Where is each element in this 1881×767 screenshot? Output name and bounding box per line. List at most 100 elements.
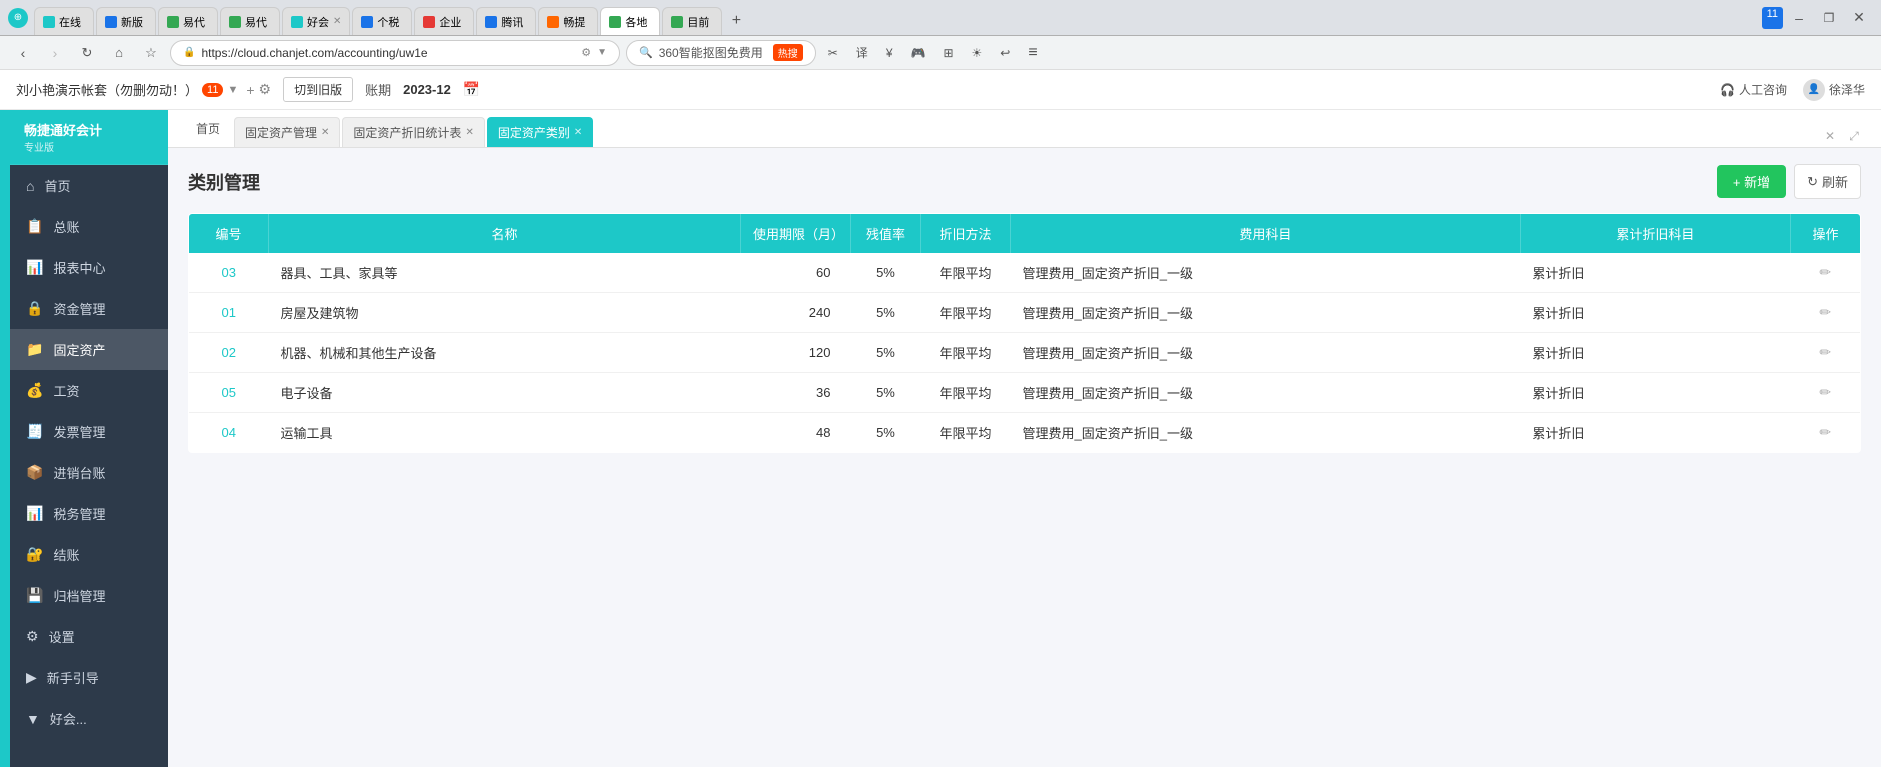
fixed-mgmt-tab-close[interactable]: ✕ bbox=[321, 127, 329, 138]
refresh-icon: ↻ bbox=[1807, 174, 1818, 190]
sidebar-funds-label: 资金管理 bbox=[53, 299, 105, 318]
cell-residual: 5% bbox=[850, 333, 920, 373]
refresh-btn[interactable]: ↻ 刷新 bbox=[1794, 164, 1861, 199]
sidebar-item-home[interactable]: ⌂ 首页 bbox=[10, 165, 168, 206]
tab-yidai1[interactable]: 易代 bbox=[158, 7, 218, 35]
tab-changtei[interactable]: 畅提 bbox=[538, 7, 598, 35]
cell-residual: 5% bbox=[850, 413, 920, 453]
sidebar-item-reports[interactable]: 📊 报表中心 bbox=[10, 247, 168, 288]
tab-gedi[interactable]: 各地 bbox=[600, 7, 660, 35]
sidebar-settings-label: 设置 bbox=[49, 627, 75, 646]
edit-btn[interactable]: ✏ bbox=[1819, 384, 1831, 400]
dropdown-icon[interactable]: ▼ bbox=[227, 84, 238, 96]
fixed-cat-tab-label: 固定资产类别 bbox=[498, 124, 570, 141]
cell-method: 年限平均 bbox=[920, 413, 1010, 453]
grid-icon[interactable]: ⊞ bbox=[937, 44, 959, 62]
hot-search-badge: 热搜 bbox=[773, 44, 803, 61]
sidebar-close-label: 结账 bbox=[53, 545, 79, 564]
url-input[interactable]: 🔒 https://cloud.chanjet.com/accounting/u… bbox=[170, 40, 620, 66]
col-method: 折旧方法 bbox=[920, 214, 1010, 254]
add-btn[interactable]: + 新增 bbox=[1717, 165, 1786, 198]
content-minimize-btn[interactable]: ✕ bbox=[1819, 125, 1841, 147]
tab-haohui[interactable]: 好会 ✕ bbox=[282, 7, 350, 35]
tab-close-haohui[interactable]: ✕ bbox=[333, 16, 341, 27]
edit-btn[interactable]: ✏ bbox=[1819, 264, 1831, 280]
tab-add-btn[interactable]: + bbox=[724, 7, 748, 35]
sidebar-item-more[interactable]: ▼ 好会... bbox=[10, 698, 168, 739]
bookmark-btn[interactable]: ☆ bbox=[138, 40, 164, 66]
cell-name: 机器、机械和其他生产设备 bbox=[269, 333, 741, 373]
cell-method: 年限平均 bbox=[920, 373, 1010, 413]
home-btn[interactable]: ⌂ bbox=[106, 40, 132, 66]
sidebar-item-guide[interactable]: ▶ 新手引导 bbox=[10, 657, 168, 698]
url-dropdown-icon[interactable]: ▼ bbox=[597, 47, 607, 58]
invoices-icon: 🧾 bbox=[26, 423, 43, 440]
tab-xinban[interactable]: 新版 bbox=[96, 7, 156, 35]
table-row: 01 房屋及建筑物 240 5% 年限平均 管理费用_固定资产折旧_一级 累计折… bbox=[189, 293, 1861, 333]
calendar-icon[interactable]: 📅 bbox=[463, 81, 480, 98]
search-box[interactable]: 🔍 360智能抠图免费用 热搜 bbox=[626, 40, 816, 66]
content-tab-fixed-deprec[interactable]: 固定资产折旧统计表 ✕ bbox=[342, 117, 484, 147]
reports-icon: 📊 bbox=[26, 259, 43, 276]
switch-version-btn[interactable]: 切到旧版 bbox=[283, 77, 353, 102]
ledger-icon: 📋 bbox=[26, 218, 43, 235]
tab-zaixian[interactable]: 在线 bbox=[34, 7, 94, 35]
sidebar-item-close[interactable]: 🔐 结账 bbox=[10, 534, 168, 575]
edit-btn[interactable]: ✏ bbox=[1819, 424, 1831, 440]
page-content: 类别管理 + 新增 ↻ 刷新 编号 名称 bbox=[168, 148, 1881, 767]
menu-icon[interactable]: ≡ bbox=[1022, 42, 1043, 64]
page-toolbar: + 新增 ↻ 刷新 bbox=[1717, 164, 1861, 199]
settings-icon[interactable]: ⚙ bbox=[259, 81, 272, 98]
fixed-deprec-tab-close[interactable]: ✕ bbox=[465, 127, 473, 138]
sidebar-logo: 畅捷通好会计 专业版 bbox=[10, 110, 168, 165]
fixed-cat-tab-close[interactable]: ✕ bbox=[574, 127, 582, 138]
translate-icon[interactable]: 译 bbox=[850, 42, 874, 63]
sidebar-item-settings[interactable]: ⚙ 设置 bbox=[10, 616, 168, 657]
consult-btn[interactable]: 🎧 人工咨询 bbox=[1720, 81, 1787, 98]
forward-btn[interactable]: › bbox=[42, 40, 68, 66]
tab-tengxun[interactable]: 腾讯 bbox=[476, 7, 536, 35]
brightness-icon[interactable]: ☀ bbox=[966, 44, 989, 62]
sidebar-item-ledger[interactable]: 📋 总账 bbox=[10, 206, 168, 247]
tab-muqian[interactable]: 目前 bbox=[662, 7, 722, 35]
edit-btn[interactable]: ✏ bbox=[1819, 344, 1831, 360]
sidebar-item-invoices[interactable]: 🧾 发票管理 bbox=[10, 411, 168, 452]
wallet-icon[interactable]: ¥ bbox=[880, 44, 899, 62]
tab-geshui[interactable]: 个税 bbox=[352, 7, 412, 35]
game-icon[interactable]: 🎮 bbox=[905, 44, 932, 62]
tab-qiye[interactable]: 企业 bbox=[414, 7, 474, 35]
sidebar-item-archive[interactable]: 💾 归档管理 bbox=[10, 575, 168, 616]
user-avatar-area[interactable]: 👤 徐泽华 bbox=[1803, 79, 1865, 101]
sidebar-item-funds[interactable]: 🔒 资金管理 bbox=[10, 288, 168, 329]
window-minimize-btn[interactable]: – bbox=[1785, 7, 1813, 29]
sidebar-more-label: 好会... bbox=[50, 709, 87, 728]
sidebar-fixed-assets-label: 固定资产 bbox=[53, 340, 105, 359]
cell-name: 器具、工具、家具等 bbox=[269, 253, 741, 293]
window-close-btn[interactable]: ✕ bbox=[1845, 7, 1873, 29]
content-tab-fixed-cat[interactable]: 固定资产类别 ✕ bbox=[487, 117, 593, 147]
content-maximize-btn[interactable]: ⤢ bbox=[1843, 125, 1865, 147]
cut-icon[interactable]: ✂ bbox=[822, 44, 844, 62]
add-account-icon[interactable]: + bbox=[246, 82, 254, 98]
edit-btn[interactable]: ✏ bbox=[1819, 304, 1831, 320]
content-tab-fixed-mgmt[interactable]: 固定资产管理 ✕ bbox=[234, 117, 340, 147]
reload-btn[interactable]: ↻ bbox=[74, 40, 100, 66]
sidebar-item-fixed-assets[interactable]: 📁 固定资产 bbox=[10, 329, 168, 370]
guide-icon: ▶ bbox=[26, 669, 37, 686]
cell-expense-account: 管理费用_固定资产折旧_一级 bbox=[1010, 333, 1520, 373]
sidebar-item-tax[interactable]: 📊 税务管理 bbox=[10, 493, 168, 534]
window-restore-btn[interactable]: ❐ bbox=[1815, 7, 1843, 29]
tab-yidai2[interactable]: 易代 bbox=[220, 7, 280, 35]
back-btn[interactable]: ‹ bbox=[10, 40, 36, 66]
archive-icon: 💾 bbox=[26, 587, 43, 604]
content-tab-home[interactable]: 首页 bbox=[184, 110, 232, 147]
sidebar-item-stock[interactable]: 📦 进销台账 bbox=[10, 452, 168, 493]
user-account-info: 刘小艳演示帐套（勿删勿动！） 11 ▼ + ⚙ bbox=[16, 80, 271, 99]
sidebar-item-payroll[interactable]: 💰 工资 bbox=[10, 370, 168, 411]
page-header: 类别管理 + 新增 ↻ 刷新 bbox=[188, 164, 1861, 199]
cell-action: ✏ bbox=[1791, 333, 1861, 373]
undo-icon[interactable]: ↩ bbox=[994, 44, 1016, 62]
sidebar-guide-label: 新手引导 bbox=[47, 668, 99, 687]
cell-action: ✏ bbox=[1791, 293, 1861, 333]
notice-count: 11 bbox=[202, 83, 223, 97]
